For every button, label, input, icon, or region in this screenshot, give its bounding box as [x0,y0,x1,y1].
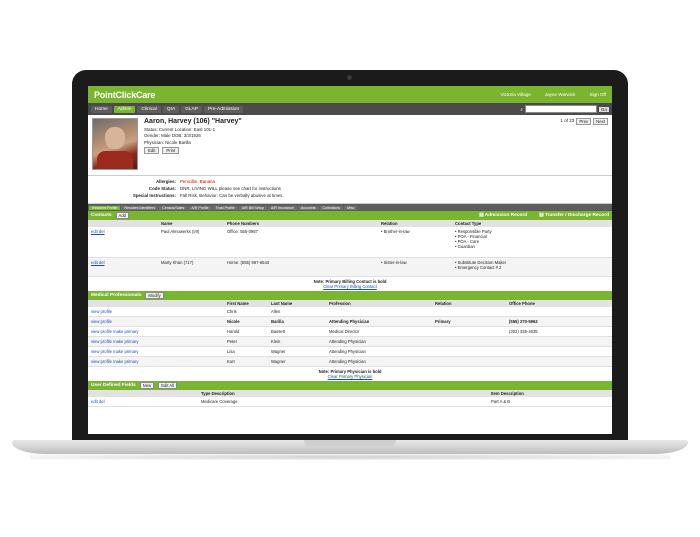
contacts-title: Contacts [91,213,112,218]
tab-admin[interactable]: Admin [113,105,136,113]
app-logo: PointClickCare [94,89,156,100]
resident-photo [92,118,138,170]
resident-header: Aaron, Harvey (106) "Harvey" Status: Cur… [88,115,612,176]
tab-glap[interactable]: GLAP [181,105,202,113]
table-row: edit del Paul Almowerks (I/II) Office: 5… [88,227,612,258]
primary-physician-note: Note: Primary Physician is bold [318,369,382,374]
modify-button[interactable]: Modify [145,292,164,299]
tab-clinical[interactable]: Clinical [137,105,161,113]
user-link[interactable]: Jayne Warwick [545,92,576,97]
webcam-icon [347,75,352,80]
table-row: edit del Marty Khan (717) Home: (555) 98… [88,258,612,277]
allergies-label: Allergies: [155,179,176,184]
special-instructions-label: Special Instructions: [132,193,176,198]
subtab-resident-identifiers[interactable]: Resident Identifiers [121,205,159,210]
subtab-census-sales[interactable]: Census/Sales [159,205,188,210]
resident-name: Aaron, Harvey (106) "Harvey" [144,118,242,125]
billing-contact-note: Note: Primary Billing Contact is bold [313,279,387,284]
medical-header-row: First Name Last Name Profession Relation… [88,300,612,307]
print-dropdown[interactable]: Print [162,146,180,154]
subtab-trust-profile[interactable]: Trust Profile [212,205,238,210]
resident-physician: Physician: Nicole Barilla [144,139,191,145]
clear-billing-contact-link[interactable]: Clear Primary Billing Contact [88,284,612,291]
add-contact-button[interactable]: Add [115,212,129,219]
medical-section-bar: Medical Professionals Modify [88,291,612,300]
search-input[interactable] [524,105,597,113]
code-status-value: DNR, LIVING WILL please see chart for in… [180,186,281,191]
edit-dropdown[interactable]: Edit [144,146,160,154]
tab-home[interactable]: Home [91,105,112,113]
laptop-notch [304,440,396,446]
contacts-header-row: Name Phone Numbers Relation Contact Type [88,220,612,227]
subtab-collections[interactable]: Collections [319,205,344,210]
contact-edit-links[interactable]: edit del [91,229,161,255]
subtab-ar-profile[interactable]: A/R Profile [188,205,212,210]
udf-section-bar: User Defined Fields New Edit All [88,381,612,390]
subtab-ar-insurance[interactable]: A/R Insurance [267,205,297,210]
search-icon: ⌕ [520,106,523,112]
table-row: view profile make primary Harold Bassett… [88,327,612,337]
admission-record-link[interactable]: ▤ Admission Record [479,213,527,218]
table-row: view profile Chris Allen [88,307,612,317]
facility-link[interactable]: Victoria Village [501,92,531,97]
table-row: view profile make primary Peter Klein At… [88,337,612,347]
table-row: view profile make primary Kurt Wagner At… [88,357,612,367]
app-topbar: PointClickCare Victoria Village Jayne Wa… [88,86,612,103]
transfer-discharge-link[interactable]: ▤ Transfer / Discharge Record [539,213,609,218]
tab-qia[interactable]: QIA [162,105,180,113]
contact-edit-links[interactable]: edit del [91,260,161,274]
subtab-ar-bill-setup[interactable]: A/R Bill Setup [238,205,267,210]
allergies-value: Penicillin, Banana [180,179,215,184]
table-row: edit del Medicare Coverage Part A & B [88,397,612,407]
subtab-misc[interactable]: Misc [344,205,358,210]
code-status-label: Code Status: [148,186,176,191]
medical-title: Medical Professionals [91,293,142,298]
main-nav: Home Admin Clinical QIA GLAP Pre-Admissi… [88,103,612,115]
table-row: view profile make primary Lisa Wagner At… [88,347,612,357]
prev-button[interactable]: Prev [576,118,592,125]
app-screen: PointClickCare Victoria Village Jayne Wa… [88,86,612,434]
search-go-button[interactable]: Go [598,106,609,112]
edit-all-button[interactable]: Edit All [158,382,177,389]
special-instructions-value: Fall Risk, Behavior: Can be verbally abu… [180,193,284,198]
alerts-panel: Allergies: Penicillin, Banana Code Status… [88,176,612,204]
udf-title: User Defined Fields [91,383,136,388]
subtab-accounts[interactable]: Accounts [297,205,319,210]
subtab-resident-profile[interactable]: Resident Profile [89,205,121,210]
resident-gender-dob: Gender: Male DOB: 3/3/1926 [144,133,201,138]
table-row: view profile Nicole Barilla Attending Ph… [88,317,612,327]
laptop-shadow [30,454,670,460]
tab-pre-admission[interactable]: Pre-Admission [203,105,244,113]
resident-status: Status: Current Location: East 101-1 [144,126,216,132]
next-button[interactable]: Next [593,118,608,125]
udf-header-row: Type Description Item Description [88,390,612,397]
clear-primary-physician-link[interactable]: Clear Primary Physician [88,374,612,381]
sign-off-link[interactable]: Sign Off [589,92,606,97]
contacts-section-bar: Contacts Add ▤ Admission Record ▤ Transf… [88,211,612,220]
new-udf-button[interactable]: New [139,382,155,389]
profile-subtabs: Resident Profile Resident Identifiers Ce… [88,204,612,211]
pager-count: 1 of 23 [560,118,575,123]
